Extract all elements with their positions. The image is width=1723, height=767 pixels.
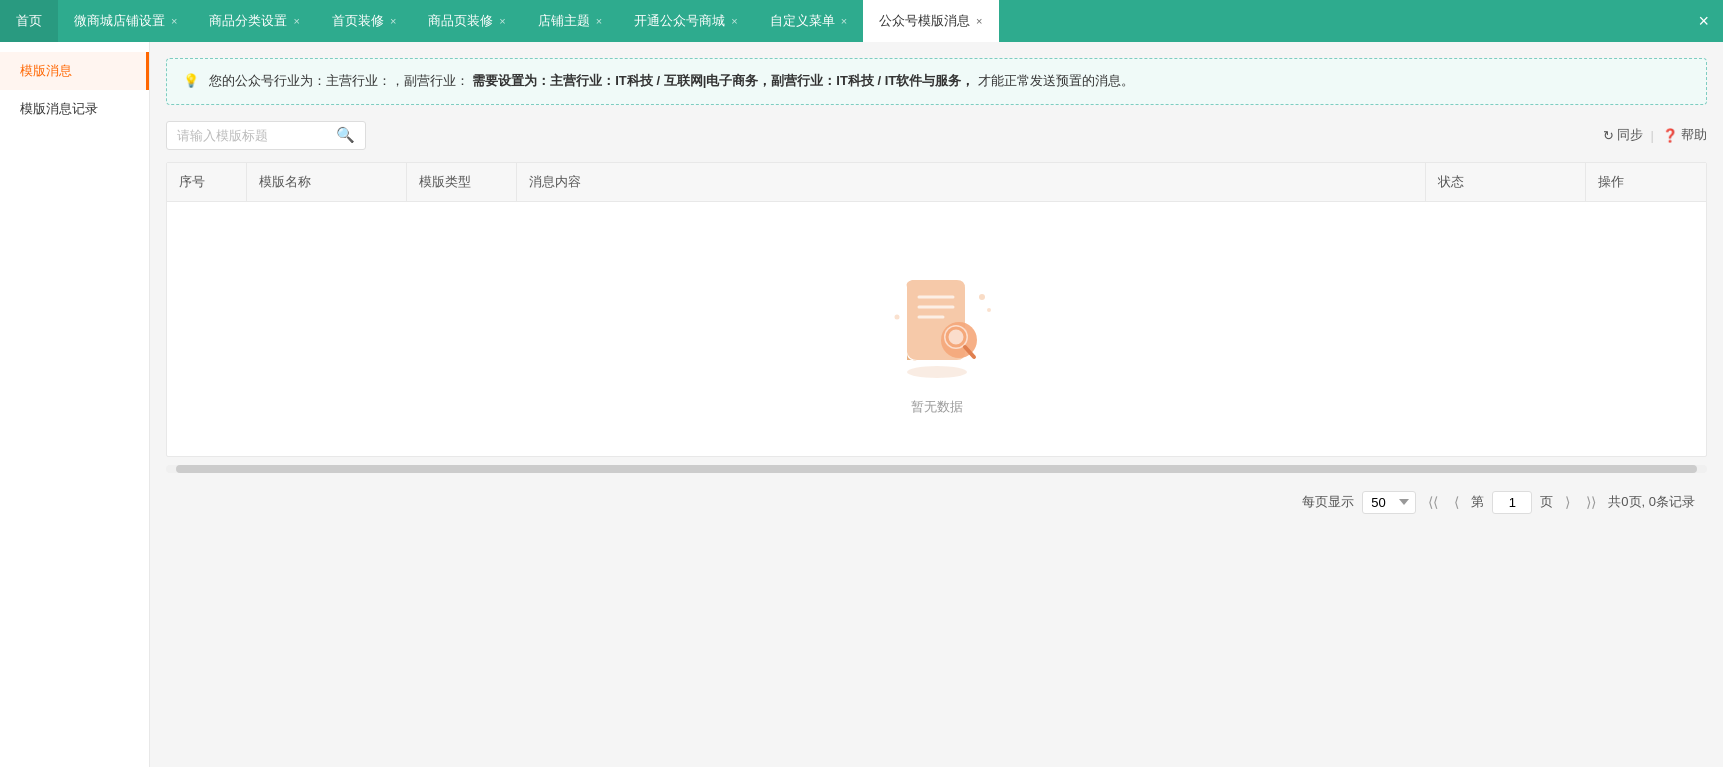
tab-weshop[interactable]: 微商城店铺设置 ×: [58, 0, 193, 42]
pagination: 每页显示 50 10 20 100 ⟨⟨ ⟨ 第 页 ⟩ ⟩⟩ 共0页, 0条记…: [166, 481, 1707, 524]
empty-state: 暂无数据: [167, 202, 1706, 456]
tab-home-label: 首页: [16, 12, 42, 30]
search-icon: 🔍: [336, 126, 355, 143]
sync-icon: ↻: [1603, 128, 1614, 143]
page-size-label: 每页显示: [1302, 493, 1354, 511]
data-table: 序号 模版名称 模版类型 消息内容 状态 操作: [166, 162, 1707, 457]
th-content: 消息内容: [517, 163, 1426, 201]
tab-homepage-label: 首页装修: [332, 12, 384, 30]
sidebar-item-template-msg-label: 模版消息: [20, 63, 72, 78]
tab-category[interactable]: 商品分类设置 ×: [193, 0, 315, 42]
empty-text: 暂无数据: [911, 398, 963, 416]
main-layout: 模版消息 模版消息记录 💡 您的公众号行业为：主营行业：，副营行业： 需要设置为…: [0, 42, 1723, 767]
sidebar-item-template-msg-record[interactable]: 模版消息记录: [0, 90, 149, 128]
tab-category-close[interactable]: ×: [293, 15, 299, 27]
main-content-area: 💡 您的公众号行业为：主营行业：，副营行业： 需要设置为：主营行业：IT科技 /…: [150, 42, 1723, 767]
tab-weshop-close[interactable]: ×: [171, 15, 177, 27]
bulb-icon: 💡: [183, 73, 199, 88]
last-page-button[interactable]: ⟩⟩: [1582, 492, 1600, 512]
tab-productpage[interactable]: 商品页装修 ×: [412, 0, 521, 42]
tab-openstore-close[interactable]: ×: [731, 15, 737, 27]
tab-custommenu-label: 自定义菜单: [770, 12, 835, 30]
tab-theme-label: 店铺主题: [538, 12, 590, 30]
tab-templatemsg[interactable]: 公众号模版消息 ×: [863, 0, 998, 42]
search-button[interactable]: 🔍: [336, 126, 355, 144]
svg-point-8: [979, 294, 985, 300]
tab-homepage-close[interactable]: ×: [390, 15, 396, 27]
info-banner-highlight: 需要设置为：主营行业：IT科技 / 互联网|电子商务，副营行业：IT科技 / I…: [472, 73, 974, 88]
info-banner: 💡 您的公众号行业为：主营行业：，副营行业： 需要设置为：主营行业：IT科技 /…: [166, 58, 1707, 105]
sync-button[interactable]: ↻ 同步: [1603, 126, 1643, 144]
tab-openstore-label: 开通公众号商城: [634, 12, 725, 30]
top-navigation: 首页 微商城店铺设置 × 商品分类设置 × 首页装修 × 商品页装修 × 店铺主…: [0, 0, 1723, 42]
th-name: 模版名称: [247, 163, 407, 201]
sync-label: 同步: [1617, 126, 1643, 144]
page-di-label: 第: [1471, 493, 1484, 511]
page-label: 页: [1540, 493, 1553, 511]
help-icon: ❓: [1662, 128, 1678, 143]
sidebar-item-template-msg[interactable]: 模版消息: [0, 52, 149, 90]
tab-openstore[interactable]: 开通公众号商城 ×: [618, 0, 753, 42]
divider: |: [1651, 128, 1654, 143]
table-header: 序号 模版名称 模版类型 消息内容 状态 操作: [167, 163, 1706, 202]
th-action: 操作: [1586, 163, 1706, 201]
global-close-button[interactable]: ×: [1698, 11, 1709, 32]
svg-point-9: [987, 308, 991, 312]
sidebar-item-template-msg-record-label: 模版消息记录: [20, 101, 98, 116]
svg-point-10: [894, 314, 899, 319]
first-page-button[interactable]: ⟨⟨: [1424, 492, 1442, 512]
total-text: 共0页, 0条记录: [1608, 493, 1695, 511]
search-right: ↻ 同步 | ❓ 帮助: [1603, 126, 1707, 144]
tab-home[interactable]: 首页: [0, 0, 58, 42]
horizontal-scrollbar[interactable]: [166, 465, 1707, 473]
tab-productpage-close[interactable]: ×: [499, 15, 505, 27]
tab-custommenu[interactable]: 自定义菜单 ×: [754, 0, 863, 42]
info-banner-prefix: 您的公众号行业为：主营行业：，副营行业：: [209, 73, 469, 88]
help-label: 帮助: [1681, 126, 1707, 144]
search-left: 🔍: [166, 121, 355, 150]
info-banner-suffix: 才能正常发送预置的消息。: [978, 73, 1134, 88]
sidebar: 模版消息 模版消息记录: [0, 42, 150, 767]
page-number-input[interactable]: [1492, 491, 1532, 514]
prev-page-button[interactable]: ⟨: [1450, 492, 1463, 512]
th-index: 序号: [167, 163, 247, 201]
help-button[interactable]: ❓ 帮助: [1662, 126, 1707, 144]
search-bar: 🔍 ↻ 同步 | ❓ 帮助: [166, 121, 1707, 150]
tab-theme-close[interactable]: ×: [596, 15, 602, 27]
svg-point-0: [907, 366, 967, 378]
tab-weshop-label: 微商城店铺设置: [74, 12, 165, 30]
th-status: 状态: [1426, 163, 1586, 201]
tab-custommenu-close[interactable]: ×: [841, 15, 847, 27]
tab-templatemsg-label: 公众号模版消息: [879, 12, 970, 30]
th-type: 模版类型: [407, 163, 517, 201]
tab-productpage-label: 商品页装修: [428, 12, 493, 30]
next-page-button[interactable]: ⟩: [1561, 492, 1574, 512]
page-size-select[interactable]: 50 10 20 100: [1362, 491, 1416, 514]
scrollbar-thumb[interactable]: [176, 465, 1697, 473]
empty-illustration: [877, 262, 997, 382]
tab-homepage[interactable]: 首页装修 ×: [316, 0, 412, 42]
tab-category-label: 商品分类设置: [209, 12, 287, 30]
tab-templatemsg-close[interactable]: ×: [976, 15, 982, 27]
tab-theme[interactable]: 店铺主题 ×: [522, 0, 618, 42]
